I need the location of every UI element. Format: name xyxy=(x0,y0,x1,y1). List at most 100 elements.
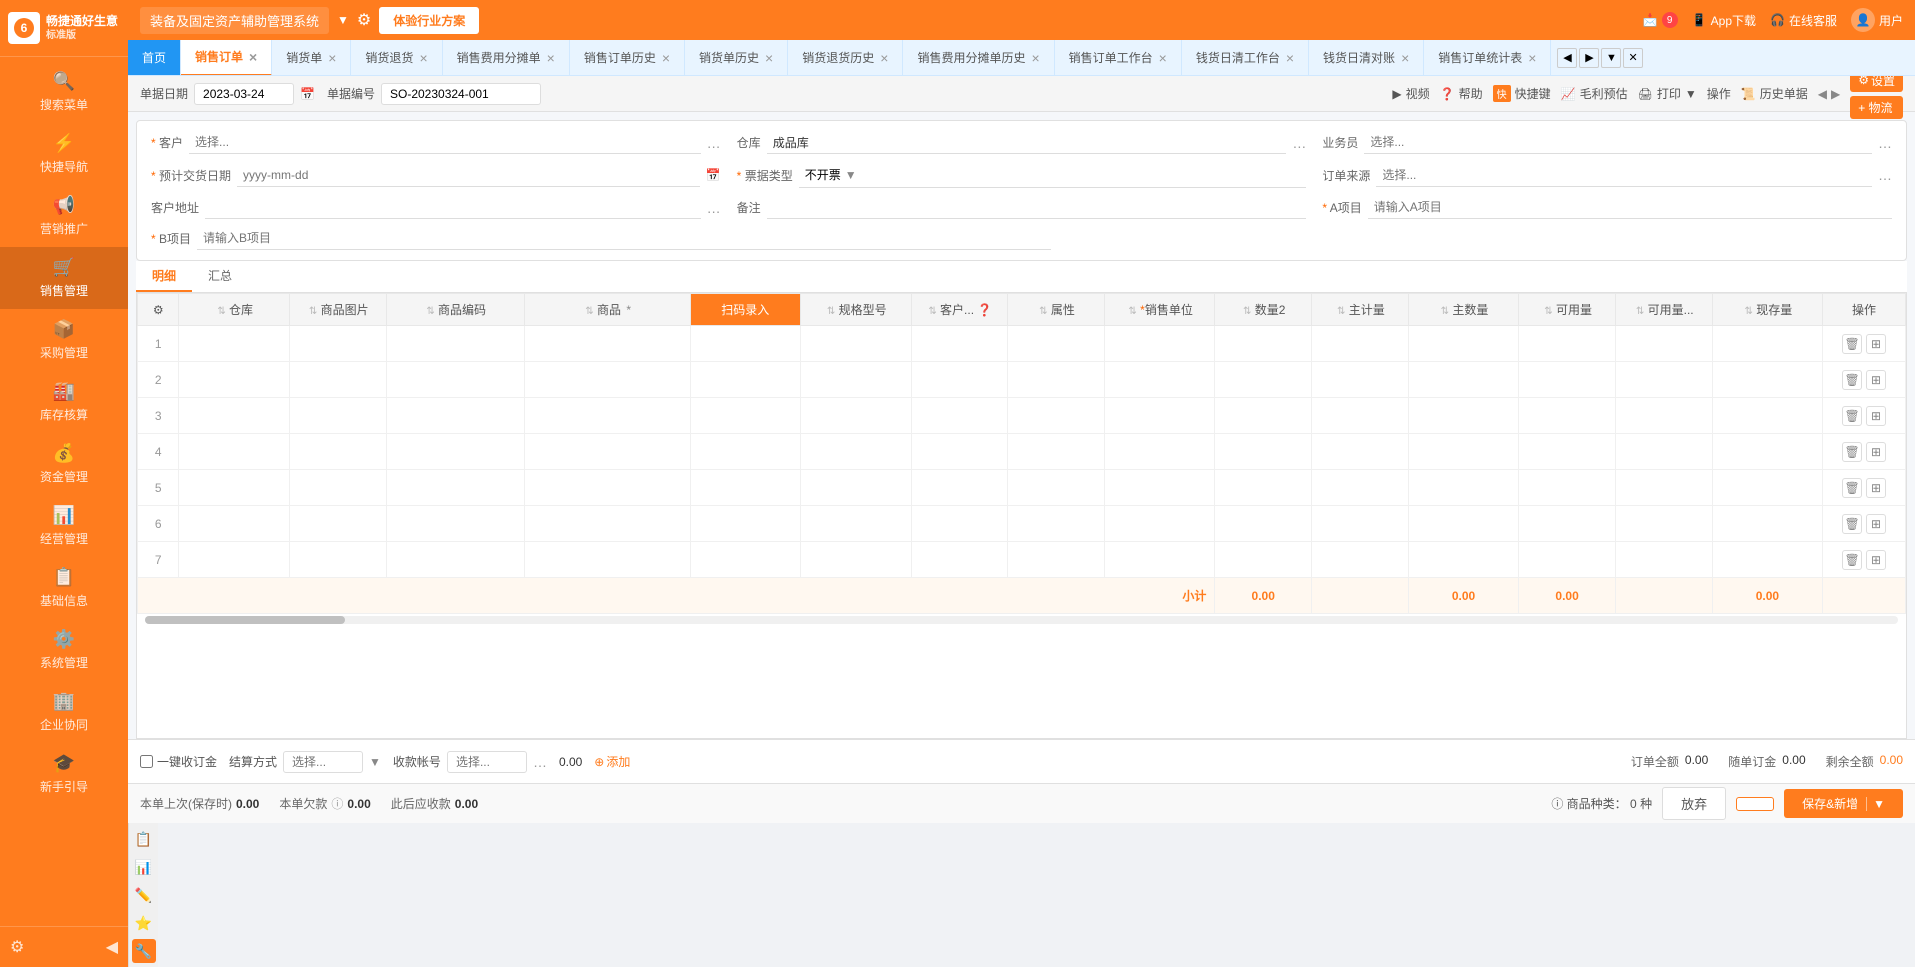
row-5-customer-code[interactable] xyxy=(911,470,1008,506)
view-action[interactable]: ▶ 视频 xyxy=(1392,85,1429,102)
row-3-warehouse[interactable] xyxy=(179,398,290,434)
app-download-item[interactable]: 📱 App下载 xyxy=(1692,12,1756,29)
row-6-stock[interactable] xyxy=(1712,506,1823,542)
salesperson-more-icon[interactable]: … xyxy=(1878,135,1892,151)
tab-close-sales-order-workbench[interactable]: × xyxy=(1159,50,1167,66)
payment-method-dropdown-icon[interactable]: ▼ xyxy=(369,755,381,769)
row-2-available2[interactable] xyxy=(1615,362,1712,398)
row-4-spec[interactable] xyxy=(801,434,912,470)
row-7-stock[interactable] xyxy=(1712,542,1823,578)
row-2-image[interactable] xyxy=(289,362,386,398)
order-source-more-icon[interactable]: … xyxy=(1878,167,1892,183)
row-3-stock[interactable] xyxy=(1712,398,1823,434)
tab-sales-fee-split[interactable]: 销售费用分摊单 × xyxy=(443,40,570,76)
message-icon-item[interactable]: 📩 9 xyxy=(1643,12,1678,28)
tab-receivable-reconcile[interactable]: 钱货日清对账 × xyxy=(1309,40,1424,76)
row-2-copy-button[interactable]: ⊞ xyxy=(1866,370,1886,390)
col-warehouse[interactable]: ⇅ 仓库 xyxy=(179,294,290,326)
customer-more-icon[interactable]: … xyxy=(707,135,721,151)
row-7-copy-button[interactable]: ⊞ xyxy=(1866,550,1886,570)
row-4-customer-code[interactable] xyxy=(911,434,1008,470)
profit-action[interactable]: 📈 毛利预估 xyxy=(1561,85,1628,102)
row-5-spec[interactable] xyxy=(801,470,912,506)
col-spec[interactable]: ⇅ 规格型号 xyxy=(801,294,912,326)
row-6-qty2[interactable] xyxy=(1215,506,1312,542)
row-5-main-qty[interactable] xyxy=(1408,470,1519,506)
row-7-available2[interactable] xyxy=(1615,542,1712,578)
note-input[interactable] xyxy=(767,196,1307,219)
print-action[interactable]: 🖨 打印 ▼ xyxy=(1638,85,1697,102)
shortcut-action[interactable]: 快 快捷键 xyxy=(1493,85,1551,102)
sidebar-collapse-icon[interactable]: ◀ xyxy=(106,937,118,957)
row-5-attr[interactable] xyxy=(1008,470,1105,506)
tab-sales-refund[interactable]: 销货退货 × xyxy=(351,40,442,76)
row-2-unit[interactable] xyxy=(1104,362,1215,398)
next-record-icon[interactable]: ▶ xyxy=(1831,87,1840,101)
row-3-unit[interactable] xyxy=(1104,398,1215,434)
row-4-attr[interactable] xyxy=(1008,434,1105,470)
customer-address-input[interactable] xyxy=(205,196,701,219)
prev-record-icon[interactable]: ◀ xyxy=(1818,87,1827,101)
row-3-main-unit[interactable] xyxy=(1312,398,1409,434)
row-5-main-unit[interactable] xyxy=(1312,470,1409,506)
col-product[interactable]: ⇅ 商品 * xyxy=(524,294,690,326)
col-qty2[interactable]: ⇅ 数量2 xyxy=(1215,294,1312,326)
row-7-attr[interactable] xyxy=(1008,542,1105,578)
row-4-stock[interactable] xyxy=(1712,434,1823,470)
tab-summary[interactable]: 汇总 xyxy=(192,261,248,292)
calendar-icon[interactable]: 📅 xyxy=(300,87,315,101)
row-6-code[interactable] xyxy=(386,506,524,542)
scrollbar-thumb[interactable] xyxy=(145,616,345,624)
row-6-customer-code[interactable] xyxy=(911,506,1008,542)
row-5-code[interactable] xyxy=(386,470,524,506)
row-3-copy-button[interactable]: ⊞ xyxy=(1866,406,1886,426)
row-4-product[interactable] xyxy=(524,434,690,470)
tab-close-sales-refund[interactable]: × xyxy=(419,50,427,66)
help-action[interactable]: ❓ 帮助 xyxy=(1440,85,1483,102)
row-1-qty2[interactable] xyxy=(1215,326,1312,362)
row-6-delete-button[interactable]: 🗑 xyxy=(1842,514,1862,534)
tab-prev-button[interactable]: ◀ xyxy=(1557,48,1577,68)
row-4-main-qty[interactable] xyxy=(1408,434,1519,470)
row-4-delete-button[interactable]: 🗑 xyxy=(1842,442,1862,462)
row-4-qty2[interactable] xyxy=(1215,434,1312,470)
sidebar-item-search[interactable]: 🔍 搜索菜单 xyxy=(0,61,128,123)
tab-close-sales-order-history[interactable]: × xyxy=(662,50,670,66)
row-7-scan[interactable] xyxy=(690,542,801,578)
row-7-warehouse[interactable] xyxy=(179,542,290,578)
row-7-main-qty[interactable] xyxy=(1408,542,1519,578)
row-1-image[interactable] xyxy=(289,326,386,362)
row-1-product[interactable] xyxy=(524,326,690,362)
one-click-payment-item[interactable]: 一键收订金 xyxy=(140,753,217,770)
add-payment-button[interactable]: ⊕ 添加 xyxy=(594,753,630,770)
row-5-stock[interactable] xyxy=(1712,470,1823,506)
sidebar-item-system[interactable]: ⚙️ 系统管理 xyxy=(0,619,128,681)
row-1-copy-button[interactable]: ⊞ xyxy=(1866,334,1886,354)
tab-next-button[interactable]: ▶ xyxy=(1579,48,1599,68)
sidebar-item-basic[interactable]: 📋 基础信息 xyxy=(0,557,128,619)
row-3-product[interactable] xyxy=(524,398,690,434)
tab-sales-return[interactable]: 销货单 × xyxy=(272,40,351,76)
row-1-main-qty[interactable] xyxy=(1408,326,1519,362)
tab-sales-order[interactable]: 销售订单 × xyxy=(181,40,272,76)
right-panel-chart-icon[interactable]: 📊 xyxy=(132,855,156,879)
row-7-main-unit[interactable] xyxy=(1312,542,1409,578)
col-available2[interactable]: ⇅ 可用量... xyxy=(1615,294,1712,326)
tab-sales-order-stats[interactable]: 销售订单统计表 × xyxy=(1424,40,1551,76)
row-5-delete-button[interactable]: 🗑 xyxy=(1842,478,1862,498)
sidebar-item-marketing[interactable]: 📢 营销推广 xyxy=(0,185,128,247)
right-panel-star-icon[interactable]: ⭐ xyxy=(132,911,156,935)
row-7-customer-code[interactable] xyxy=(911,542,1008,578)
row-4-available2[interactable] xyxy=(1615,434,1712,470)
row-6-scan[interactable] xyxy=(690,506,801,542)
row-6-attr[interactable] xyxy=(1008,506,1105,542)
row-3-spec[interactable] xyxy=(801,398,912,434)
row-2-qty2[interactable] xyxy=(1215,362,1312,398)
topbar-settings-icon[interactable]: ⚙ xyxy=(357,10,371,30)
delivery-date-input[interactable] xyxy=(237,164,700,187)
row-7-available[interactable] xyxy=(1519,542,1616,578)
col-settings[interactable]: ⚙ xyxy=(138,294,179,326)
row-1-available[interactable] xyxy=(1519,326,1616,362)
row-5-qty2[interactable] xyxy=(1215,470,1312,506)
row-2-spec[interactable] xyxy=(801,362,912,398)
